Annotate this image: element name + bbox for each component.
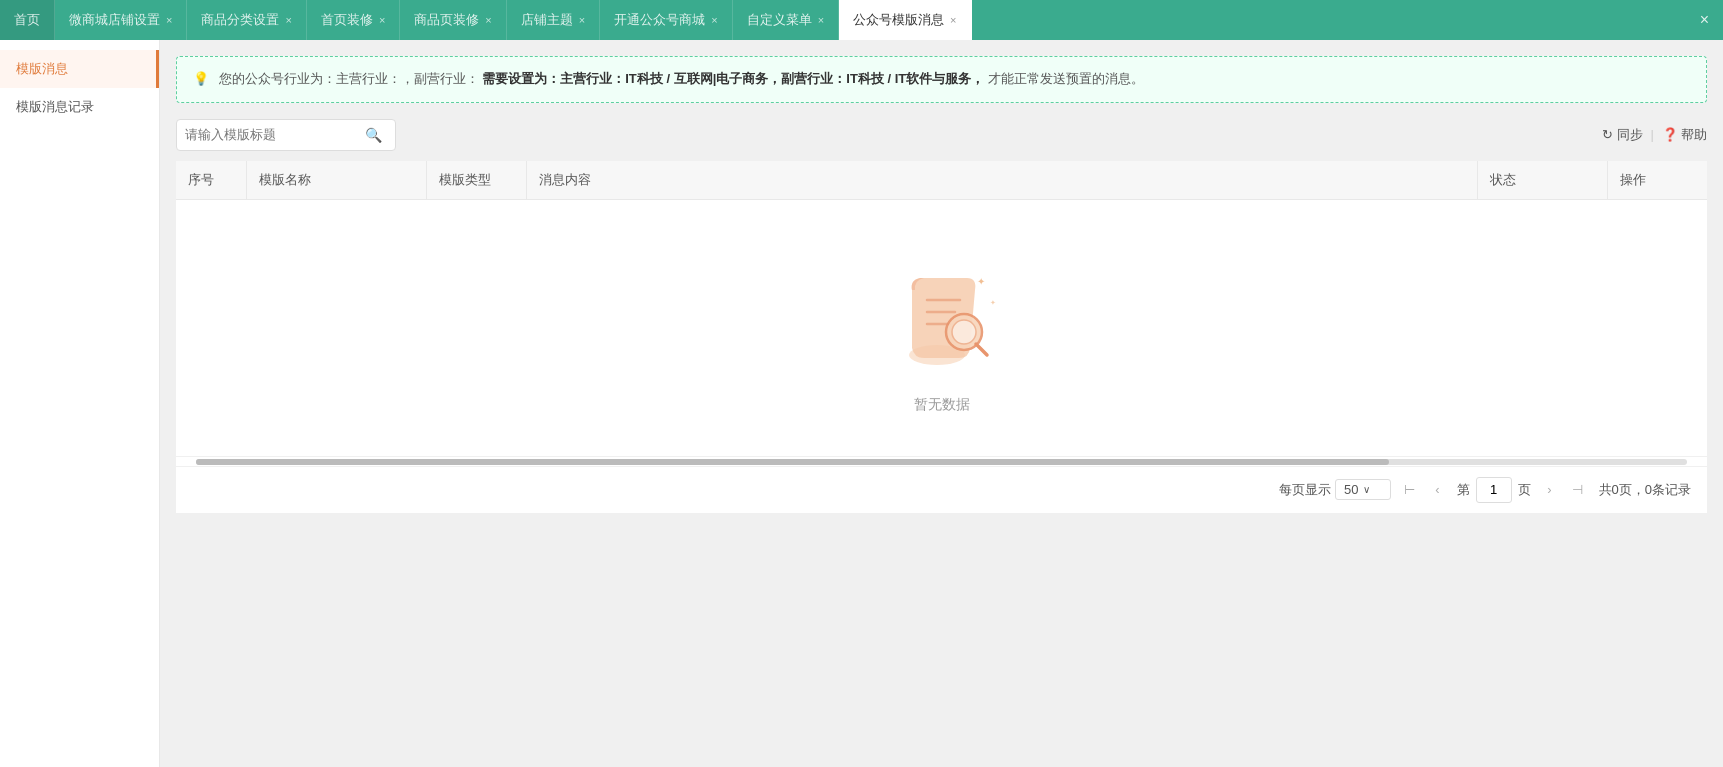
tab-home-label: 首页 <box>14 11 40 29</box>
sidebar: 模版消息 模版消息记录 <box>0 40 160 767</box>
sync-icon: ↻ <box>1602 127 1613 142</box>
sync-label: 同步 <box>1617 126 1643 144</box>
next-page-button[interactable]: › <box>1537 477 1563 503</box>
page-input[interactable] <box>1476 477 1512 503</box>
tab-category-settings-label: 商品分类设置 <box>201 11 279 29</box>
scroll-track <box>196 459 1687 465</box>
sync-button[interactable]: ↻ 同步 <box>1602 126 1643 144</box>
tab-home-decoration-label: 首页装修 <box>321 11 373 29</box>
svg-line-6 <box>976 344 987 355</box>
table-body: ✦ ✦ 暂无数据 <box>176 199 1707 454</box>
help-button[interactable]: ❓ 帮助 <box>1662 126 1707 144</box>
first-page-button[interactable]: ⊢ <box>1397 477 1423 503</box>
table-wrapper: 序号 模版名称 模版类型 消息内容 状态 <box>176 161 1707 466</box>
main-layout: 模版消息 模版消息记录 💡 您的公众号行业为：主营行业：，副营行业： 需要设置为… <box>0 40 1723 767</box>
sidebar-item-template-msg-label: 模版消息 <box>16 61 68 76</box>
scroll-thumb[interactable] <box>196 459 1389 465</box>
svg-text:✦: ✦ <box>977 276 985 287</box>
sidebar-item-template-msg[interactable]: 模版消息 <box>0 50 159 88</box>
last-page-button[interactable]: ⊣ <box>1565 477 1591 503</box>
tab-home[interactable]: 首页 <box>0 0 55 40</box>
col-header-action: 操作 <box>1607 161 1707 200</box>
tab-custom-menu[interactable]: 自定义菜单 × <box>733 0 839 40</box>
tab-template-msg-label: 公众号模版消息 <box>853 11 944 29</box>
tab-category-settings-close[interactable]: × <box>285 15 291 26</box>
tab-home-decoration[interactable]: 首页装修 × <box>307 0 400 40</box>
page-size-select: 每页显示 50 ∨ <box>1279 479 1390 500</box>
col-header-index: 序号 <box>176 161 246 200</box>
content-area: 💡 您的公众号行业为：主营行业：，副营行业： 需要设置为：主营行业：IT科技 /… <box>160 40 1723 767</box>
help-icon: ❓ <box>1662 127 1678 142</box>
tab-product-decoration-close[interactable]: × <box>485 15 491 26</box>
page-unit: 页 <box>1518 481 1531 499</box>
page-size-value: 50 <box>1344 482 1358 497</box>
data-table: 序号 模版名称 模版类型 消息内容 状态 <box>176 161 1707 454</box>
tab-shop-theme-close[interactable]: × <box>579 15 585 26</box>
tab-bar: 首页 微商城店铺设置 × 商品分类设置 × 首页装修 × 商品页装修 × 店铺主… <box>0 0 1723 40</box>
notice-prefix: 您的公众号行业为：主营行业：，副营行业： <box>219 71 479 86</box>
tab-open-mall-label: 开通公众号商城 <box>614 11 705 29</box>
notice-icon: 💡 <box>193 71 209 86</box>
page-nav: ⊢ ‹ 第 页 › ⊣ 共0页，0条记录 <box>1397 477 1691 503</box>
tab-shop-settings[interactable]: 微商城店铺设置 × <box>55 0 187 40</box>
tab-shop-theme[interactable]: 店铺主题 × <box>507 0 600 40</box>
page-total: 共0页，0条记录 <box>1599 481 1691 499</box>
tab-product-decoration-label: 商品页装修 <box>414 11 479 29</box>
prev-page-button[interactable]: ‹ <box>1425 477 1451 503</box>
search-input[interactable] <box>185 120 365 150</box>
svg-text:✦: ✦ <box>990 299 996 306</box>
tab-template-msg[interactable]: 公众号模版消息 × <box>839 0 971 40</box>
empty-illustration: ✦ ✦ <box>882 260 1002 380</box>
tab-open-mall-close[interactable]: × <box>711 15 717 26</box>
search-actions: ↻ 同步 | ❓ 帮助 <box>1602 126 1707 144</box>
table-header-row: 序号 模版名称 模版类型 消息内容 状态 <box>176 161 1707 200</box>
empty-row: ✦ ✦ 暂无数据 <box>176 199 1707 454</box>
page-size-dropdown[interactable]: 50 ∨ <box>1335 479 1390 500</box>
empty-state: ✦ ✦ 暂无数据 <box>176 200 1707 454</box>
col-header-name: 模版名称 <box>246 161 426 200</box>
tab-custom-menu-close[interactable]: × <box>818 15 824 26</box>
empty-text: 暂无数据 <box>176 396 1707 414</box>
action-divider: | <box>1651 127 1654 142</box>
tab-shop-settings-close[interactable]: × <box>166 15 172 26</box>
horizontal-scrollbar[interactable] <box>176 456 1707 466</box>
search-button[interactable]: 🔍 <box>365 127 382 143</box>
col-header-status: 状态 <box>1477 161 1607 200</box>
tab-category-settings[interactable]: 商品分类设置 × <box>187 0 306 40</box>
notice-suffix: 才能正常发送预置的消息。 <box>988 71 1144 86</box>
col-header-content: 消息内容 <box>526 161 1477 200</box>
tab-shop-theme-label: 店铺主题 <box>521 11 573 29</box>
sidebar-item-template-msg-record-label: 模版消息记录 <box>16 99 94 114</box>
help-label: 帮助 <box>1681 126 1707 144</box>
sidebar-item-template-msg-record[interactable]: 模版消息记录 <box>0 88 159 126</box>
col-header-type: 模版类型 <box>426 161 526 200</box>
tab-open-mall[interactable]: 开通公众号商城 × <box>600 0 732 40</box>
chevron-down-icon: ∨ <box>1363 484 1370 495</box>
search-bar: 🔍 ↻ 同步 | ❓ 帮助 <box>176 119 1707 151</box>
notice-highlight: 需要设置为：主营行业：IT科技 / 互联网|电子商务，副营行业：IT科技 / I… <box>482 71 984 86</box>
page-size-label: 每页显示 <box>1279 481 1331 499</box>
notice-banner: 💡 您的公众号行业为：主营行业：，副营行业： 需要设置为：主营行业：IT科技 /… <box>176 56 1707 103</box>
tab-product-decoration[interactable]: 商品页装修 × <box>400 0 506 40</box>
search-input-wrap: 🔍 <box>176 119 396 151</box>
tab-home-decoration-close[interactable]: × <box>379 15 385 26</box>
svg-point-5 <box>952 320 976 344</box>
tab-custom-menu-label: 自定义菜单 <box>747 11 812 29</box>
tab-shop-settings-label: 微商城店铺设置 <box>69 11 160 29</box>
tab-template-msg-close[interactable]: × <box>950 15 956 26</box>
tab-bar-close-all[interactable]: × <box>1686 11 1723 29</box>
page-label: 第 <box>1457 481 1470 499</box>
pagination: 每页显示 50 ∨ ⊢ ‹ 第 页 › ⊣ 共0页，0条记录 <box>176 466 1707 513</box>
